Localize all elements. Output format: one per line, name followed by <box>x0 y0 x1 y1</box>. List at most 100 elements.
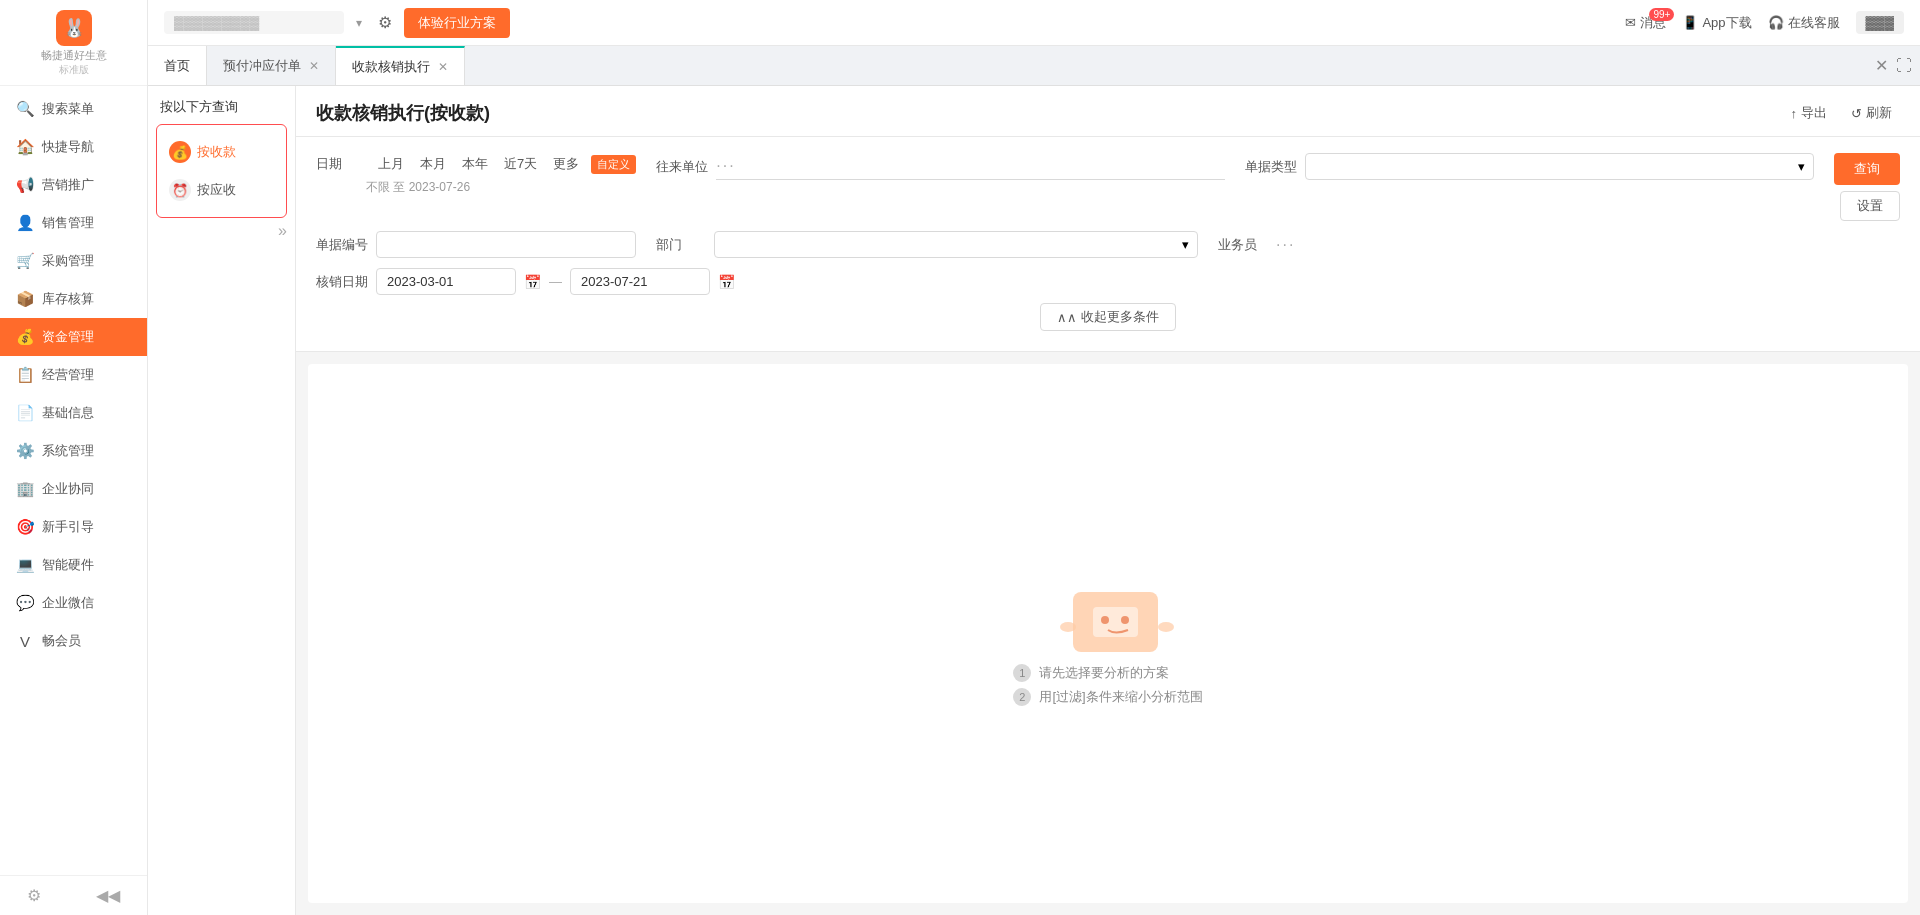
filter-by-receipt[interactable]: 💰 按收款 <box>157 133 286 171</box>
bill-no-label: 单据编号 <box>316 236 368 254</box>
sidebar-item-operations[interactable]: 📋经营管理 <box>0 356 147 394</box>
svg-point-4 <box>1060 622 1076 632</box>
bill-no-input[interactable] <box>376 231 636 258</box>
staff-dots[interactable]: ··· <box>1276 236 1295 254</box>
receipt-icon: 💰 <box>169 141 191 163</box>
settings-icon[interactable]: ⚙ <box>27 886 41 905</box>
messages-btn[interactable]: ✉ 消息 99+ <box>1625 14 1666 32</box>
cal-start-icon[interactable]: 📅 <box>524 274 541 290</box>
sidebar-item-sales[interactable]: 👤销售管理 <box>0 204 147 242</box>
tab-receivables-close[interactable]: ✕ <box>438 60 448 74</box>
sidebar-item-inventory[interactable]: 📦库存核算 <box>0 280 147 318</box>
enterprise-icon: 🏢 <box>16 480 34 498</box>
enterprise-label: 企业协同 <box>42 480 94 498</box>
refresh-btn[interactable]: ↺ 刷新 <box>1843 100 1900 126</box>
tab-expand-icon[interactable]: ⛶ <box>1896 57 1912 75</box>
logo-area: 🐰 畅捷通好生意 标准版 <box>0 0 147 86</box>
mobile-icon: 📱 <box>1682 15 1698 30</box>
sidebar-bottom: ⚙ ◀◀ <box>0 875 147 915</box>
empty-illustration <box>1058 562 1158 652</box>
shortcut-7days[interactable]: 近7天 <box>500 153 541 175</box>
user-menu[interactable]: ▓▓▓ <box>1856 11 1904 34</box>
date-label: 日期 <box>316 155 366 173</box>
sidebar-item-member[interactable]: V畅会员 <box>0 622 147 660</box>
logo-icon: 🐰 <box>56 10 92 46</box>
filter-box: 💰 按收款 ⏰ 按应收 <box>156 124 287 218</box>
message-icon: ✉ <box>1625 15 1636 30</box>
sidebar-item-hardware[interactable]: 💻智能硬件 <box>0 546 147 584</box>
empty-state: 1 请先选择要分析的方案 2 用[过滤]条件来缩小分析范围 <box>308 364 1908 903</box>
sidebar-item-capital[interactable]: 💰资金管理 <box>0 318 147 356</box>
tab-home[interactable]: 首页 <box>148 46 207 85</box>
collapse-more-label: 收起更多条件 <box>1081 308 1159 326</box>
bill-type-select[interactable]: ▾ <box>1305 153 1814 180</box>
dept-select[interactable]: ▾ <box>714 231 1198 258</box>
header-gear-icon[interactable]: ⚙ <box>378 13 392 32</box>
verify-date-start[interactable] <box>376 268 516 295</box>
filter-by-receivable-label: 按应收 <box>197 181 236 199</box>
sidebar-item-shortcuts[interactable]: 🏠快捷导航 <box>0 128 147 166</box>
tab-prepay[interactable]: 预付冲应付单 ✕ <box>207 46 336 85</box>
tab-close-all-icon[interactable]: ✕ <box>1875 56 1888 75</box>
filter-collapse-btn[interactable]: » <box>148 218 295 244</box>
hardware-icon: 💻 <box>16 556 34 574</box>
brand-name: 畅捷通好生意 <box>41 48 107 63</box>
collapse-more-btn[interactable]: ∧∧ 收起更多条件 <box>1040 303 1176 331</box>
operations-icon: 📋 <box>16 366 34 384</box>
bill-type-label: 单据类型 <box>1245 158 1297 176</box>
filter-by-receivable[interactable]: ⏰ 按应收 <box>157 171 286 209</box>
sidebar-item-wechat[interactable]: 💬企业微信 <box>0 584 147 622</box>
app-download-label: App下载 <box>1702 14 1751 32</box>
page-title-actions: ↑ 导出 ↺ 刷新 <box>1783 100 1901 126</box>
staff-label: 业务员 <box>1218 236 1268 254</box>
app-download-btn[interactable]: 📱 App下载 <box>1682 14 1751 32</box>
shortcut-last-month[interactable]: 上月 <box>374 153 408 175</box>
sidebar-item-marketing[interactable]: 📢营销推广 <box>0 166 147 204</box>
system-label: 系统管理 <box>42 442 94 460</box>
shortcut-more[interactable]: 更多 <box>549 153 583 175</box>
sidebar-item-enterprise[interactable]: 🏢 企业协同 <box>0 470 147 508</box>
sidebar-item-basic[interactable]: 📄 基础信息 <box>0 394 147 432</box>
collapse-arrow-icon: » <box>278 222 287 240</box>
headset-icon: 🎧 <box>1768 15 1784 30</box>
query-btn[interactable]: 查询 <box>1834 153 1900 185</box>
date-custom-badge[interactable]: 自定义 <box>591 155 636 174</box>
capital-label: 资金管理 <box>42 328 94 346</box>
cal-end-icon[interactable]: 📅 <box>718 274 735 290</box>
inventory-label: 库存核算 <box>42 290 94 308</box>
shortcut-this-month[interactable]: 本月 <box>416 153 450 175</box>
basic-label: 基础信息 <box>42 404 94 422</box>
svg-point-2 <box>1101 616 1109 624</box>
tab-prepay-label: 预付冲应付单 <box>223 57 301 75</box>
shortcuts-icon: 🏠 <box>16 138 34 156</box>
online-service-label: 在线客服 <box>1788 14 1840 32</box>
sidebar-item-search[interactable]: 🔍搜索菜单 <box>0 90 147 128</box>
shortcut-this-year[interactable]: 本年 <box>458 153 492 175</box>
guide-icon: 🎯 <box>16 518 34 536</box>
verify-date-end[interactable] <box>570 268 710 295</box>
sales-icon: 👤 <box>16 214 34 232</box>
filter-title: 按以下方查询 <box>148 98 295 124</box>
header-search-area[interactable]: ▓▓▓▓▓▓▓▓▓ <box>164 11 344 34</box>
industry-btn[interactable]: 体验行业方案 <box>404 8 510 38</box>
sidebar-item-guide[interactable]: 🎯新手引导 <box>0 508 147 546</box>
tab-prepay-close[interactable]: ✕ <box>309 59 319 73</box>
basic-icon: 📄 <box>16 404 34 422</box>
tab-receivables-label: 收款核销执行 <box>352 58 430 76</box>
collapse-more-area: ∧∧ 收起更多条件 <box>316 295 1900 335</box>
sidebar-item-system[interactable]: ⚙️系统管理 <box>0 432 147 470</box>
setting-btn[interactable]: 设置 <box>1840 191 1900 221</box>
export-btn[interactable]: ↑ 导出 <box>1783 100 1836 126</box>
date-shortcuts: 上月 本月 本年 近7天 更多 自定义 <box>374 153 636 175</box>
online-service-btn[interactable]: 🎧 在线客服 <box>1768 14 1840 32</box>
svg-point-5 <box>1158 622 1174 632</box>
counterparty-label: 往来单位 <box>656 158 708 176</box>
dept-label: 部门 <box>656 236 706 254</box>
filter-panel: 按以下方查询 💰 按收款 ⏰ 按应收 » <box>148 86 296 915</box>
collapse-icon[interactable]: ◀◀ <box>96 886 120 905</box>
sidebar-item-purchase[interactable]: 🛒采购管理 <box>0 242 147 280</box>
marketing-icon: 📢 <box>16 176 34 194</box>
counterparty-dots[interactable]: ··· <box>716 157 735 174</box>
tab-receivables[interactable]: 收款核销执行 ✕ <box>336 46 465 85</box>
header-dropdown-icon[interactable]: ▾ <box>356 16 362 30</box>
